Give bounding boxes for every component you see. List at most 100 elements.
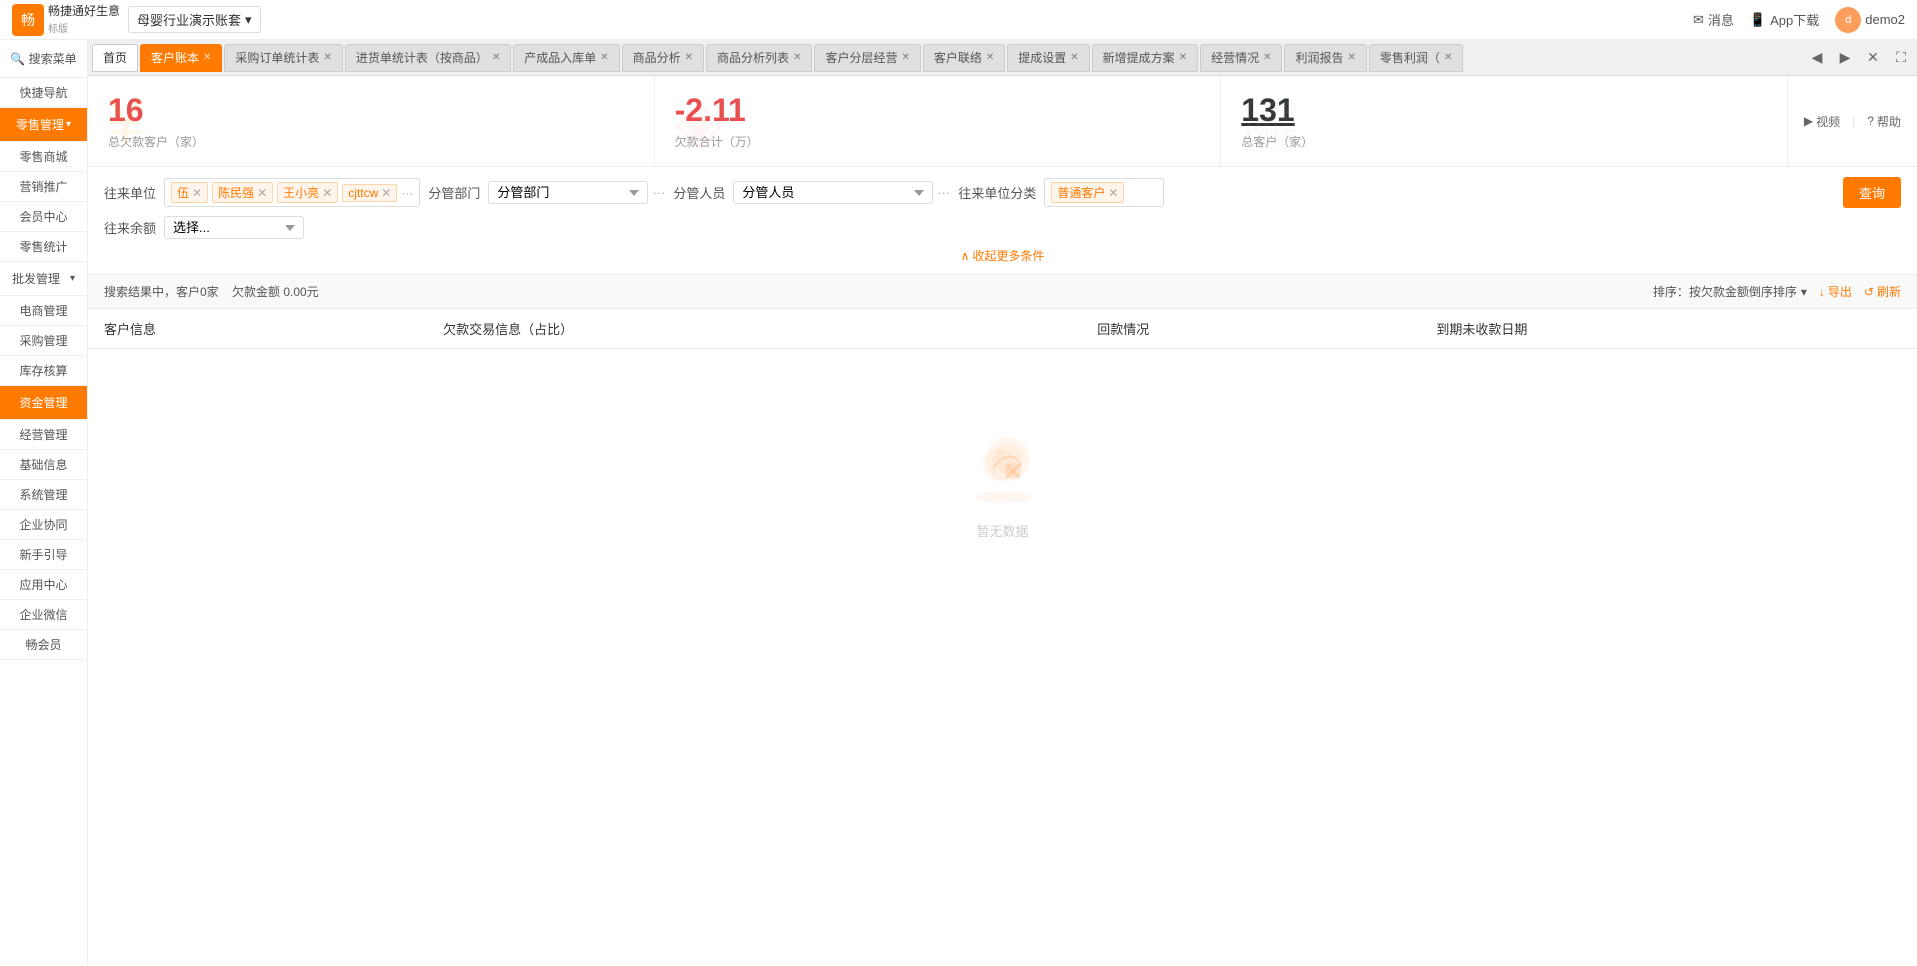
tab-label: 客户分层经营 <box>825 49 897 66</box>
stat-card-overdue-amount: ◈ -2.11 欠款合计（万） <box>655 76 1222 166</box>
close-icon[interactable]: ✕ <box>1444 52 1452 63</box>
dept-filter-label: 分管部门 <box>428 183 480 202</box>
tab-retail-profit[interactable]: 零售利润（ ✕ <box>1369 44 1463 72</box>
filter-tag-cj[interactable]: cjttcw ✕ <box>342 184 397 202</box>
close-icon[interactable]: ✕ <box>986 52 994 63</box>
close-icon[interactable]: ✕ <box>1070 52 1078 63</box>
tab-purchase-order[interactable]: 采购订单统计表 ✕ <box>224 44 342 72</box>
sidebar-item-sys[interactable]: 系统管理 <box>0 480 87 510</box>
message-btn[interactable]: ✉ 消息 <box>1693 10 1734 29</box>
filter-tag-chen[interactable]: 陈民强 ✕ <box>212 182 273 203</box>
tab-customer-contact[interactable]: 客户联络 ✕ <box>923 44 1005 72</box>
close-icon[interactable]: ✕ <box>901 52 909 63</box>
sidebar-item-biz[interactable]: 经营管理 <box>0 420 87 450</box>
sidebar-item-app-center[interactable]: 应用中心 <box>0 570 87 600</box>
balance-filter-select[interactable]: 选择... <box>164 216 304 239</box>
sidebar-item-marketing[interactable]: 营销推广 <box>0 172 87 202</box>
tab-customer-capital[interactable]: 客户账本 ✕ <box>140 44 222 72</box>
sidebar-item-batch-mgmt[interactable]: 批发管理 ▾ <box>0 262 87 296</box>
dept-filter-select[interactable]: 分管部门 <box>488 181 648 204</box>
close-icon[interactable]: ✕ <box>1263 52 1271 63</box>
person-filter-select[interactable]: 分管人员 <box>733 181 933 204</box>
close-icon[interactable]: ✕ <box>793 52 801 63</box>
sidebar-item-label: 企业微信 <box>19 608 67 622</box>
refresh-btn[interactable]: ↺ 刷新 <box>1864 283 1901 300</box>
collapse-btn[interactable]: ∧ 收起更多条件 <box>961 247 1045 264</box>
close-icon[interactable]: ✕ <box>600 52 608 63</box>
search-icon: 🔍 <box>10 52 25 66</box>
tab-inbound-stats[interactable]: 进货单统计表（按商品） ✕ <box>345 44 511 72</box>
filter-tag-wang[interactable]: 王小亮 ✕ <box>277 182 338 203</box>
close-icon[interactable]: ✕ <box>1179 52 1187 63</box>
logo-area: 畅 畅捷通好生意 标版 <box>12 4 120 36</box>
tag-close-icon[interactable]: ✕ <box>322 186 332 200</box>
close-icon[interactable]: ✕ <box>1348 52 1356 63</box>
sidebar-item-new-guide[interactable]: 新手引导 <box>0 540 87 570</box>
sidebar-item-ecom[interactable]: 电商管理 <box>0 296 87 326</box>
tabs-prev-btn[interactable]: ◀ <box>1805 46 1829 70</box>
sidebar-item-finance[interactable]: 资金管理 <box>0 386 87 420</box>
sidebar-item-vip[interactable]: 畅会员 <box>0 630 87 660</box>
tag-close-icon[interactable]: ✕ <box>381 186 391 200</box>
sidebar-item-basic-info[interactable]: 基础信息 <box>0 450 87 480</box>
close-icon[interactable]: ✕ <box>203 52 211 63</box>
unit-class-filter-tags[interactable]: 普通客户 ✕ <box>1044 178 1164 207</box>
close-icon[interactable]: ✕ <box>685 52 693 63</box>
sidebar-item-retail-mall[interactable]: 零售商城 <box>0 142 87 172</box>
dept-dots[interactable]: ··· <box>652 185 665 200</box>
tabs-next-btn[interactable]: ▶ <box>1833 46 1857 70</box>
sidebar-item-corp-coop[interactable]: 企业协同 <box>0 510 87 540</box>
tab-customer-layered[interactable]: 客户分层经营 ✕ <box>814 44 920 72</box>
tag-close-icon[interactable]: ✕ <box>192 186 202 200</box>
filter-row-1: 往来单位 伍 ✕ 陈民强 ✕ 王小亮 ✕ <box>104 177 1901 208</box>
export-btn[interactable]: ↓ 导出 <box>1819 283 1852 300</box>
filter-more-icon[interactable]: ··· <box>401 186 413 200</box>
help-btn[interactable]: ? 帮助 <box>1867 113 1901 130</box>
export-icon: ↓ <box>1819 285 1825 299</box>
top-bar: 畅 畅捷通好生意 标版 母婴行业演示账套 ▾ ✉ 消息 📱 App下载 d de… <box>0 0 1917 40</box>
sidebar-item-retail-mgmt[interactable]: 零售管理 ▾ <box>0 108 87 142</box>
tab-product-analysis-list[interactable]: 商品分析列表 ✕ <box>706 44 812 72</box>
user-avatar-btn[interactable]: d demo2 <box>1835 7 1905 33</box>
tab-profit-report[interactable]: 利润报告 ✕ <box>1284 44 1366 72</box>
unit-filter-tags[interactable]: 伍 ✕ 陈民强 ✕ 王小亮 ✕ cjttcw ✕ <box>164 178 420 207</box>
app-download-btn[interactable]: 📱 App下载 <box>1750 10 1819 29</box>
sidebar-search[interactable]: 🔍 搜索菜单 <box>0 40 87 78</box>
sidebar-item-purchase[interactable]: 采购管理 <box>0 326 87 356</box>
tab-cost-inbound[interactable]: 产成品入库单 ✕ <box>513 44 619 72</box>
tab-add-achieve[interactable]: 新增提成方案 ✕ <box>1092 44 1198 72</box>
tag-close-icon[interactable]: ✕ <box>1108 186 1118 200</box>
col-customer-info: 客户信息 <box>88 309 427 349</box>
empty-label: 暂无数据 <box>976 521 1028 540</box>
query-button[interactable]: 查询 <box>1843 177 1901 208</box>
filter-tag-common[interactable]: 普通客户 ✕ <box>1051 182 1124 203</box>
chevron-down-icon: ▾ <box>245 12 252 28</box>
tab-label: 零售利润（ <box>1380 49 1440 66</box>
sidebar-item-member[interactable]: 会员中心 <box>0 202 87 232</box>
tab-biz-status[interactable]: 经营情况 ✕ <box>1200 44 1282 72</box>
content-area: 首页 客户账本 ✕ 采购订单统计表 ✕ 进货单统计表（按商品） ✕ 产成品入库单… <box>88 40 1917 966</box>
tab-label: 利润报告 <box>1295 49 1343 66</box>
close-icon[interactable]: ✕ <box>323 52 331 63</box>
sidebar-item-corp-wechat[interactable]: 企业微信 <box>0 600 87 630</box>
tab-product-analysis[interactable]: 商品分析 ✕ <box>622 44 704 72</box>
sidebar-item-quick-nav[interactable]: 快捷导航 <box>0 78 87 108</box>
tabs-expand-btn[interactable]: ⛶ <box>1889 46 1913 70</box>
tag-label: 陈民强 <box>218 184 254 201</box>
sidebar-item-inventory[interactable]: 库存核算 <box>0 356 87 386</box>
sidebar-item-retail-stats[interactable]: 零售统计 <box>0 232 87 262</box>
close-icon[interactable]: ✕ <box>492 52 500 63</box>
chevron-down-icon: ▾ <box>66 119 71 130</box>
person-dots[interactable]: ··· <box>937 185 950 200</box>
industry-selector[interactable]: 母婴行业演示账套 ▾ <box>128 6 261 33</box>
tab-home[interactable]: 首页 <box>92 44 138 72</box>
tab-remind-settings[interactable]: 提成设置 ✕ <box>1007 44 1089 72</box>
col-overdue-trade: 欠款交易信息（占比） <box>427 309 1081 349</box>
refresh-icon: ↺ <box>1864 285 1874 299</box>
sort-select[interactable]: 排序：按欠款金额倒序排序 ▾ <box>1653 283 1807 300</box>
balance-filter-wrap: 选择... <box>164 216 304 239</box>
filter-tag-wu[interactable]: 伍 ✕ <box>171 182 208 203</box>
tag-close-icon[interactable]: ✕ <box>257 186 267 200</box>
tabs-close-all-btn[interactable]: ✕ <box>1861 46 1885 70</box>
video-btn[interactable]: ▶ 视频 <box>1804 113 1840 130</box>
